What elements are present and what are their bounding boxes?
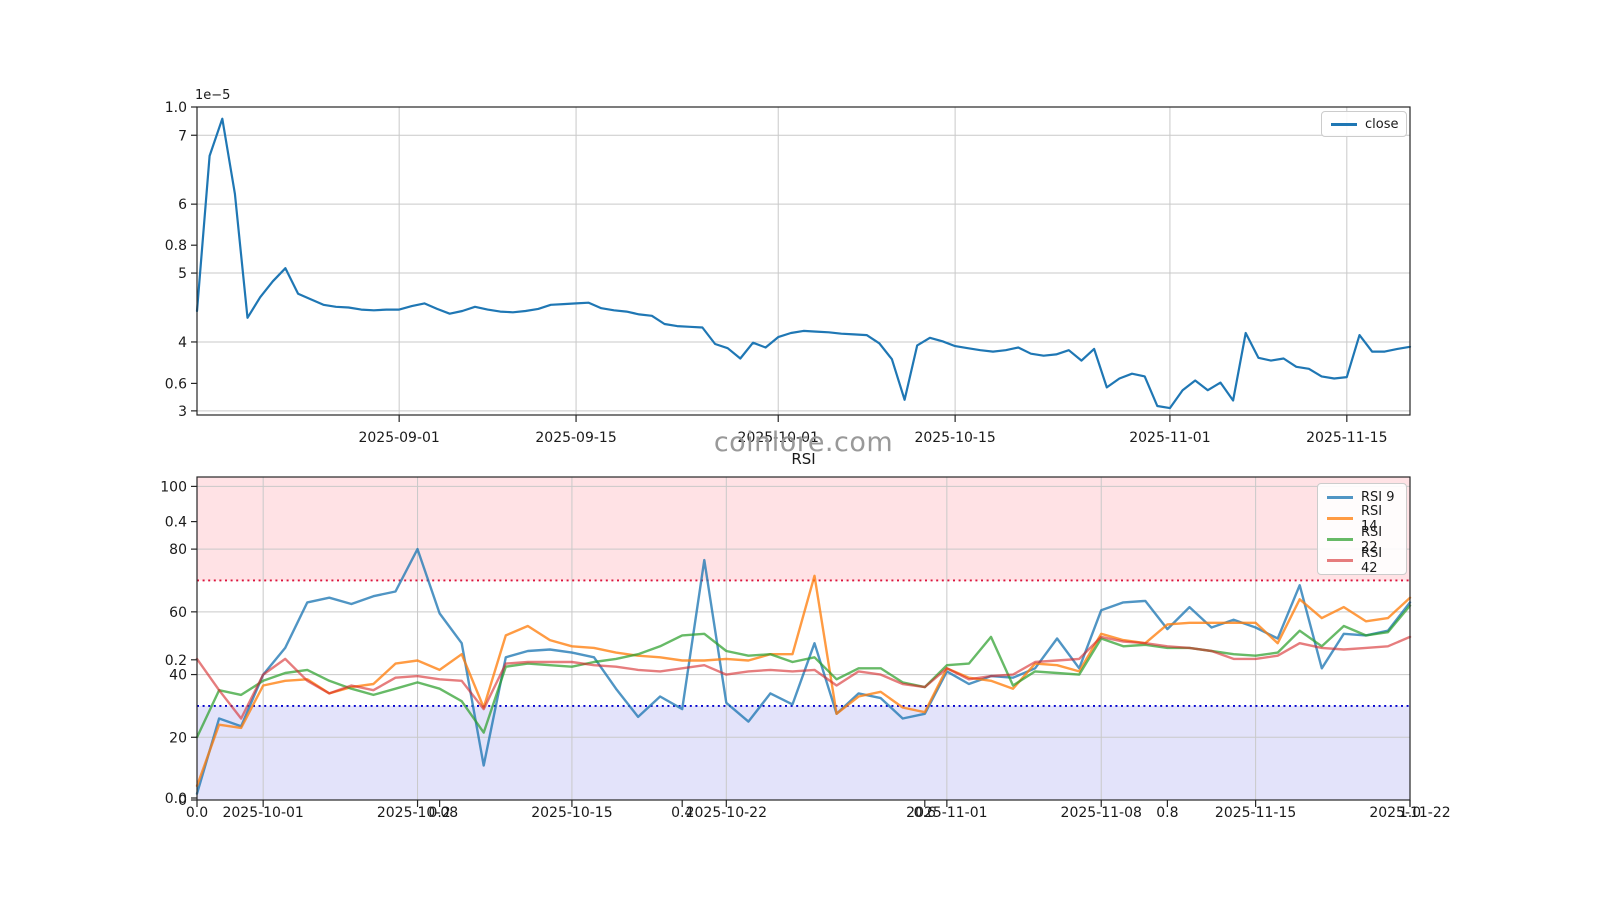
price-chart: 345672025-09-01 2025-09-15 2025-10-01 2025-… <box>178 88 1412 446</box>
close-legend-label: close <box>1365 116 1399 132</box>
overlay-x-tick-label: 1.0 <box>1399 805 1421 821</box>
rsi-y-tick-label: 100 <box>160 479 187 495</box>
price-legend: close <box>1321 111 1407 137</box>
rsi-x-tick-label: 2025-10-01 <box>222 805 303 821</box>
rsi22-line-sample <box>1327 538 1353 541</box>
close-line <box>195 117 1412 410</box>
overlay-x-tick-label: 0.0 <box>186 805 208 821</box>
rsi-x-tick-label: 2025-10-15 <box>531 805 612 821</box>
rsi9-line-sample <box>1327 496 1353 499</box>
overlay-y-tick-label: 0.6 <box>165 376 187 392</box>
rsi42-legend-label: RSI 42 <box>1361 545 1383 576</box>
overlay-x-tick-label: 0.2 <box>428 805 450 821</box>
legend-row-rsi42: RSI 42 <box>1327 546 1397 576</box>
rsi-x-tick-label: 2025-11-08 <box>1061 805 1142 821</box>
close-line-sample <box>1331 122 1357 126</box>
rsi14-line-sample <box>1327 517 1353 520</box>
rsi42-line-sample <box>1327 559 1353 562</box>
rsi-y-tick-label: 80 <box>169 542 187 558</box>
rsi-y-tick-label: 20 <box>169 730 187 746</box>
overlay-y-tick-label: 1.0 <box>165 100 187 116</box>
offset-text: 1e−5 <box>195 88 230 103</box>
figure: 3 4 5 6 7 2025-09-01 2025-09-15 2025-10-01 2025-… <box>0 0 1600 900</box>
overlay-y-tick-label: 0.0 <box>165 791 187 807</box>
price-y-tick-label: 6 <box>178 197 187 213</box>
rsi-chart: 0204060801002025-10-01 2025-10-08 2025-10-… <box>160 476 1451 821</box>
price-y-tick-label: 4 <box>178 335 187 351</box>
overlay-y-tick-label: 0.4 <box>165 515 187 531</box>
overlay-y-tick-label: 0.8 <box>165 238 187 254</box>
rsi-y-tick-label: 60 <box>169 605 187 621</box>
overlay-x-tick-label: 0.8 <box>1156 805 1178 821</box>
rsi-legend: RSI 9 RSI 14 RSI 22 RSI 42 <box>1317 483 1407 576</box>
oversold-band <box>197 705 1410 800</box>
overlay-x-tick-label: 0.6 <box>914 805 936 821</box>
price-y-tick-label: 5 <box>178 266 187 282</box>
rsi-section-title: RSI <box>791 450 816 468</box>
rsi-x-tick-label: 2025-11-15 <box>1215 805 1296 821</box>
overlay-y-tick-label: 0.2 <box>165 653 187 669</box>
overlay-x-tick-label: 0.4 <box>671 805 693 821</box>
rsi-y-tick-label: 40 <box>169 668 187 684</box>
price-y-tick-label: 3 <box>178 404 187 420</box>
price-y-tick-label: 7 <box>178 128 187 144</box>
rsi-x-tick-label: 2025-10-22 <box>686 805 767 821</box>
overbought-band <box>197 477 1410 581</box>
